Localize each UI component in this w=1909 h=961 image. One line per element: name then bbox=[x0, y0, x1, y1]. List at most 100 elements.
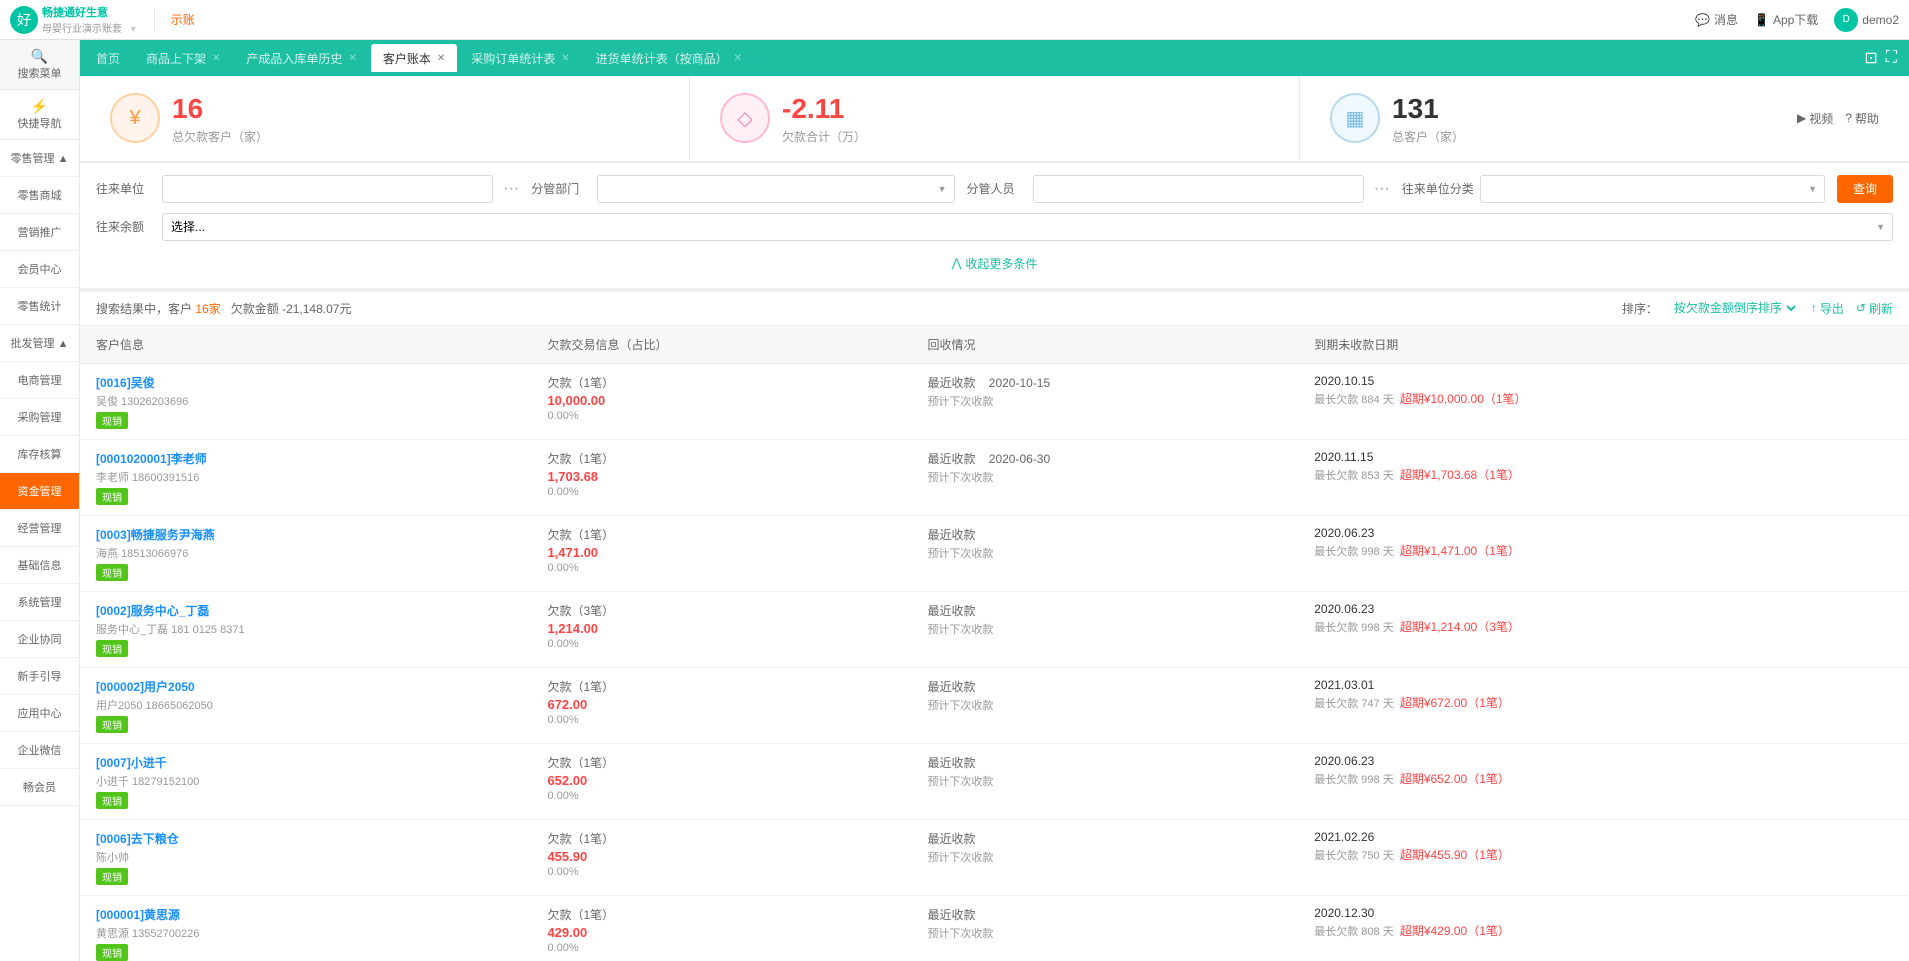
customer-name-7[interactable]: [000001]黄思源 bbox=[96, 906, 515, 923]
sidebar-item-ops[interactable]: 经营管理 bbox=[0, 510, 79, 547]
tab-restore-btn[interactable]: ⊡ bbox=[1864, 48, 1877, 68]
stat-icon-amount: ◇ bbox=[720, 93, 770, 143]
overdue-days-1: 最长欠款 853 天 超期¥1,703.68（1笔） bbox=[1314, 466, 1893, 483]
customer-name-4[interactable]: [000002]用户2050 bbox=[96, 678, 515, 695]
sidebar-item-system[interactable]: 系统管理 bbox=[0, 584, 79, 621]
export-btn[interactable]: ↑ 导出 bbox=[1811, 300, 1844, 317]
debt-percent-6: 0.00% bbox=[547, 866, 895, 878]
filter-dots-person[interactable]: ··· bbox=[1374, 180, 1390, 198]
layout: 🔍 搜索菜单 ⚡ 快捷导航 零售管理 ▲ 零售商城 营销推广 会员中心 零售统计… bbox=[0, 40, 1909, 961]
sidebar-item-guide[interactable]: 新手引导 bbox=[0, 658, 79, 695]
customer-name-0[interactable]: [0016]吴俊 bbox=[96, 374, 515, 391]
debt-amount-4[interactable]: 672.00 bbox=[547, 697, 895, 712]
sidebar-item-batch-mgmt[interactable]: 批发管理 ▲ bbox=[0, 325, 79, 362]
top-bar-right: 💬 消息 📱 App下载 D demo2 bbox=[1695, 8, 1899, 32]
overdue-amount-2[interactable]: 超期¥1,471.00（1笔） bbox=[1400, 544, 1520, 558]
company-name: 母婴行业演示账套 ▼ bbox=[42, 20, 138, 35]
refresh-btn[interactable]: ↺ 刷新 bbox=[1856, 300, 1893, 317]
sidebar-item-enterprise[interactable]: 企业协同 bbox=[0, 621, 79, 658]
customer-name-1[interactable]: [0001020001]李老师 bbox=[96, 450, 515, 467]
customer-name-6[interactable]: [0006]去下粮仓 bbox=[96, 830, 515, 847]
search-button[interactable]: 查询 bbox=[1837, 175, 1893, 203]
filter-select-dept[interactable] bbox=[597, 175, 954, 203]
due-date-1: 2020.11.15 bbox=[1314, 450, 1893, 464]
tab-purchase-stat[interactable]: 进货单统计表（按商品） ✕ bbox=[584, 44, 754, 72]
overdue-amount-4[interactable]: 超期¥672.00（1笔） bbox=[1400, 696, 1510, 710]
filter-input-person[interactable] bbox=[1033, 175, 1364, 203]
app-download-btn[interactable]: 📱 App下载 bbox=[1754, 11, 1818, 28]
sidebar-item-retail-stats[interactable]: 零售统计 bbox=[0, 288, 79, 325]
cell-recovery-6: 最近收款 预计下次收款 bbox=[911, 819, 1298, 895]
sidebar-item-membership[interactable]: 会员中心 bbox=[0, 251, 79, 288]
filter-select-remaining[interactable]: 选择... bbox=[162, 213, 1893, 241]
overdue-amount-3[interactable]: 超期¥1,214.00（3笔） bbox=[1400, 620, 1520, 634]
recovery-label-0: 最近收款 2020-10-15 bbox=[927, 374, 1282, 391]
overdue-amount-5[interactable]: 超期¥652.00（1笔） bbox=[1400, 772, 1510, 786]
sidebar-item-marketing[interactable]: 营销推广 bbox=[0, 214, 79, 251]
video-btn[interactable]: ▶ 视频 bbox=[1797, 110, 1833, 127]
debt-amount-3[interactable]: 1,214.00 bbox=[547, 621, 895, 636]
overdue-amount-7[interactable]: 超期¥429.00（1笔） bbox=[1400, 924, 1510, 938]
tab-purchase-order[interactable]: 采购订单统计表 ✕ bbox=[459, 44, 581, 72]
tab-close-production-history[interactable]: ✕ bbox=[348, 53, 356, 64]
sidebar-item-app-center[interactable]: 应用中心 bbox=[0, 695, 79, 732]
sidebar-item-retail-mall[interactable]: 零售商城 bbox=[0, 177, 79, 214]
debt-amount-2[interactable]: 1,471.00 bbox=[547, 545, 895, 560]
table-row: [0007]小进千 小进千 18279152100 现销 欠款（1笔） 652.… bbox=[80, 743, 1909, 819]
sort-select[interactable]: 按欠款金额倒序排序 bbox=[1670, 300, 1799, 316]
debt-amount-1[interactable]: 1,703.68 bbox=[547, 469, 895, 484]
cell-debt-1: 欠款（1笔） 1,703.68 0.00% bbox=[531, 439, 911, 515]
recovery-label-5: 最近收款 bbox=[927, 754, 1282, 771]
debt-amount-6[interactable]: 455.90 bbox=[547, 849, 895, 864]
tab-products-off[interactable]: 商品上下架 ✕ bbox=[134, 44, 232, 72]
cell-recovery-2: 最近收款 预计下次收款 bbox=[911, 515, 1298, 591]
filter-dept: 分管部门 bbox=[531, 175, 954, 203]
sidebar-item-warehouse[interactable]: 库存核算 bbox=[0, 436, 79, 473]
cell-recovery-7: 最近收款 预计下次收款 bbox=[911, 895, 1298, 961]
debt-count-3: 欠款（3笔） bbox=[547, 602, 895, 619]
customer-phone-5: 小进千 18279152100 bbox=[96, 773, 515, 789]
sidebar-item-purchase[interactable]: 采购管理 bbox=[0, 399, 79, 436]
sidebar-toggle[interactable]: 示账 bbox=[171, 11, 195, 28]
tab-close-products-off[interactable]: ✕ bbox=[212, 53, 220, 64]
customer-name-2[interactable]: [0003]畅捷服务尹海燕 bbox=[96, 526, 515, 543]
col-debt-info: 欠款交易信息（占比） bbox=[531, 326, 911, 364]
customer-name-5[interactable]: [0007]小进千 bbox=[96, 754, 515, 771]
user-avatar[interactable]: D demo2 bbox=[1834, 8, 1899, 32]
tab-production-history[interactable]: 产成品入库单历史 ✕ bbox=[234, 44, 368, 72]
debt-amount-7[interactable]: 429.00 bbox=[547, 925, 895, 940]
filter-row-2: 往来余额 选择... bbox=[96, 213, 1893, 241]
table-row: [0003]畅捷服务尹海燕 海燕 18513066976 现销 欠款（1笔） 1… bbox=[80, 515, 1909, 591]
help-btn[interactable]: ? 帮助 bbox=[1845, 110, 1879, 127]
filter-select-unit-cat[interactable] bbox=[1480, 175, 1825, 203]
overdue-amount-0[interactable]: 超期¥10,000.00（1笔） bbox=[1400, 392, 1527, 406]
sidebar-search[interactable]: 🔍 搜索菜单 bbox=[0, 40, 79, 90]
sidebar-item-basic-info[interactable]: 基础信息 bbox=[0, 547, 79, 584]
sidebar-item-finance[interactable]: 资金管理 bbox=[0, 473, 79, 510]
sidebar-quick-nav[interactable]: ⚡ 快捷导航 bbox=[0, 90, 79, 140]
sidebar-item-retail-mgmt[interactable]: 零售管理 ▲ bbox=[0, 140, 79, 177]
debt-amount-5[interactable]: 652.00 bbox=[547, 773, 895, 788]
tab-fullscreen-btn[interactable]: ⛶ bbox=[1886, 49, 1897, 67]
table-section: 搜索结果中，客户 16家 欠款金额 -21,148.07元 排序： 按欠款金额倒… bbox=[80, 292, 1909, 961]
overdue-amount-6[interactable]: 超期¥455.90（1笔） bbox=[1400, 848, 1510, 862]
message-btn[interactable]: 💬 消息 bbox=[1695, 11, 1738, 28]
filter-input-from-unit[interactable] bbox=[162, 175, 493, 203]
stat-total-customers: ▦ 131 总客户（家） ▶ 视频 ? 帮助 bbox=[1300, 76, 1909, 161]
filter-person: 分管人员 ··· bbox=[967, 175, 1390, 203]
top-bar: 好 畅捷通好生意 母婴行业演示账套 ▼ 示账 💬 消息 📱 App下载 D de… bbox=[0, 0, 1909, 40]
tab-customer-ledger[interactable]: 客户账本 ✕ bbox=[371, 44, 457, 72]
sidebar-item-wechat[interactable]: 企业微信 bbox=[0, 732, 79, 769]
debt-amount-0[interactable]: 10,000.00 bbox=[547, 393, 895, 408]
tab-close-customer-ledger[interactable]: ✕ bbox=[437, 53, 445, 64]
sidebar-item-ecommerce[interactable]: 电商管理 bbox=[0, 362, 79, 399]
tab-close-purchase-stat[interactable]: ✕ bbox=[734, 53, 742, 64]
tab-close-purchase-order[interactable]: ✕ bbox=[561, 53, 569, 64]
customer-name-3[interactable]: [0002]服务中心_丁磊 bbox=[96, 602, 515, 619]
collapse-filters-btn[interactable]: ⋀ 收起更多条件 bbox=[96, 251, 1893, 276]
sidebar-item-vip[interactable]: 畅会员 bbox=[0, 769, 79, 806]
overdue-amount-1[interactable]: 超期¥1,703.68（1笔） bbox=[1400, 468, 1520, 482]
tab-home[interactable]: 首页 bbox=[84, 44, 132, 72]
filter-dots-unit[interactable]: ··· bbox=[503, 180, 519, 198]
col-recovery: 回收情况 bbox=[911, 326, 1298, 364]
